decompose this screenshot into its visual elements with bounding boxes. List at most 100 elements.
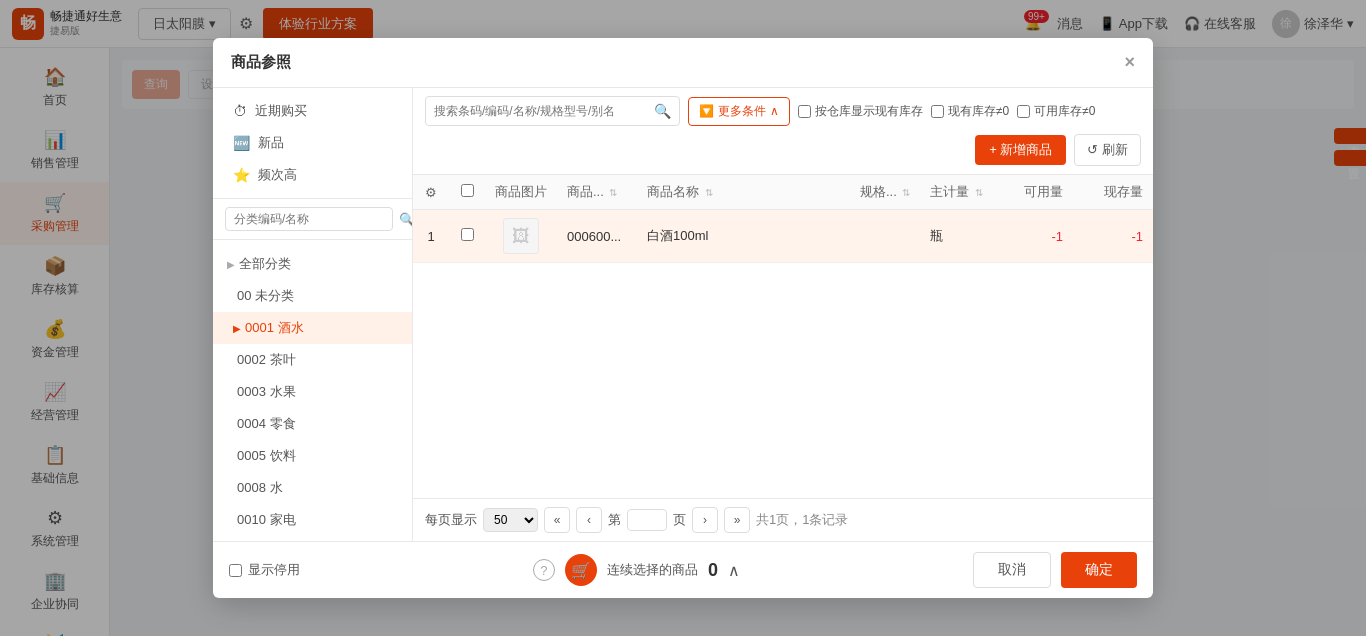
category-tree: ▶ 全部分类 00 未分类 ▶ 0001 酒水 [213, 240, 413, 541]
row-name: 白酒100ml [637, 210, 850, 263]
selected-label: 连续选择的商品 [607, 561, 698, 579]
modal-left-panel: ⏱ 近期购买 🆕 新品 ⭐ 频次高 [213, 88, 413, 541]
first-page-btn[interactable]: « [544, 507, 570, 533]
cat-0003[interactable]: 0003 水果 [213, 376, 413, 408]
col-settings-header[interactable]: ⚙ [413, 175, 449, 210]
cart-btn[interactable]: 🛒 [565, 554, 597, 586]
modal: 商品参照 × ⏱ 近期购买 🆕 新 [213, 48, 1153, 598]
cancel-btn[interactable]: 取消 [973, 552, 1051, 588]
quick-recent[interactable]: ⏱ 近期购买 [225, 96, 400, 126]
category-search-input[interactable] [225, 207, 393, 231]
cat-0008[interactable]: 0008 水 [213, 472, 413, 504]
product-search-input[interactable] [426, 100, 646, 122]
select-all-checkbox[interactable] [461, 184, 474, 197]
collapse-up-btn[interactable]: ∧ [728, 561, 740, 580]
modal-header: 商品参照 × [213, 48, 1153, 88]
row-checkbox[interactable] [461, 228, 474, 241]
table-row[interactable]: 1 🖼 000600... [413, 210, 1153, 263]
help-icon[interactable]: ? [533, 559, 555, 581]
pagination: 每页显示 50 10 20 100 « ‹ 第 1 页 [413, 498, 1153, 541]
row-code: 000600... [557, 210, 637, 263]
footer-left: 显示停用 [229, 561, 300, 579]
check-existing-group: 现有库存≠0 [931, 103, 1009, 120]
modal-right-panel: 🔍 🔽 更多条件 ∧ 按仓库显示现有库存 [413, 88, 1153, 541]
layout: 🏠 首页 📊 销售管理 🛒 采购管理 📦 库存核算 💰 资金管理 📈 经营管理 … [0, 48, 1366, 636]
cat-active-arrow-icon: ▶ [233, 323, 241, 334]
check-warehouse-group: 按仓库显示现有库存 [798, 103, 923, 120]
cat-0004[interactable]: 0004 零食 [213, 408, 413, 440]
cat-all[interactable]: ▶ 全部分类 [213, 248, 413, 280]
modal-body: ⏱ 近期购买 🆕 新品 ⭐ 频次高 [213, 88, 1153, 541]
collapse-area: 🔍 ▶ 全部分类 00 未分类 [213, 199, 412, 541]
col-stock-header: 现存量 [1073, 175, 1153, 210]
show-disabled-checkbox[interactable] [229, 564, 242, 577]
category-search: 🔍 [213, 199, 413, 240]
cat-0010[interactable]: 0010 家电 [213, 504, 413, 536]
add-product-btn[interactable]: + 新增商品 [975, 135, 1066, 165]
cat-0002[interactable]: 0002 茶叶 [213, 344, 413, 376]
col-check-header [449, 175, 485, 210]
modal-overlay: 商品参照 × ⏱ 近期购买 🆕 新 [110, 48, 1366, 636]
table-header-row: ⚙ 商品图片 [413, 175, 1153, 210]
cart-icon: 🛒 [571, 561, 591, 580]
cat-0001[interactable]: ▶ 0001 酒水 [213, 312, 413, 344]
modal-toolbar: 🔍 🔽 更多条件 ∧ 按仓库显示现有库存 [413, 88, 1153, 175]
page-size-select[interactable]: 50 10 20 100 [483, 508, 538, 532]
cat-00[interactable]: 00 未分类 [213, 280, 413, 312]
filter-icon: 🔽 [699, 104, 714, 118]
page-number-input[interactable]: 1 [627, 509, 667, 531]
col-code-header[interactable]: 商品... ⇅ [557, 175, 637, 210]
clock-icon: ⏱ [233, 103, 247, 119]
row-avail: -1 [993, 210, 1073, 263]
row-check[interactable] [449, 210, 485, 263]
confirm-btn[interactable]: 确定 [1061, 552, 1137, 588]
row-num: 1 [413, 210, 449, 263]
show-disabled-check[interactable]: 显示停用 [229, 561, 300, 579]
check-available[interactable] [1017, 105, 1030, 118]
modal-title: 商品参照 [231, 53, 291, 72]
quick-frequent[interactable]: ⭐ 频次高 [225, 160, 400, 190]
row-img: 🖼 [485, 210, 557, 263]
cat-arrow-icon: ▶ [227, 259, 235, 270]
cat-0005[interactable]: 0005 饮料 [213, 440, 413, 472]
new-icon: 🆕 [233, 135, 250, 151]
page-prefix: 第 [608, 511, 621, 529]
last-page-btn[interactable]: » [724, 507, 750, 533]
total-info: 共1页，1条记录 [756, 511, 848, 529]
sort-name-icon: ⇅ [705, 187, 713, 198]
filter-more-btn[interactable]: 🔽 更多条件 ∧ [688, 97, 790, 126]
sort-unit-icon: ⇅ [975, 187, 983, 198]
check-available-group: 可用库存≠0 [1017, 103, 1095, 120]
product-search-btn[interactable]: 🔍 [646, 99, 679, 123]
product-table: ⚙ 商品图片 [413, 175, 1153, 498]
product-search-box: 🔍 [425, 96, 680, 126]
page-word: 页 [673, 511, 686, 529]
footer-right: 取消 确定 [973, 552, 1137, 588]
col-spec-header[interactable]: 规格... ⇅ [850, 175, 920, 210]
product-image: 🖼 [503, 218, 539, 254]
quick-access: ⏱ 近期购买 🆕 新品 ⭐ 频次高 [213, 88, 412, 199]
check-existing[interactable] [931, 105, 944, 118]
category-search-icon[interactable]: 🔍 [399, 212, 413, 227]
prev-page-btn[interactable]: ‹ [576, 507, 602, 533]
modal-close-btn[interactable]: × [1124, 52, 1135, 73]
filter-arrow-icon: ∧ [770, 104, 779, 118]
col-name-header[interactable]: 商品名称 ⇅ [637, 175, 850, 210]
col-unit-header[interactable]: 主计量 ⇅ [920, 175, 993, 210]
row-stock: -1 [1073, 210, 1153, 263]
star-icon: ⭐ [233, 167, 250, 183]
next-page-btn[interactable]: › [692, 507, 718, 533]
row-unit: 瓶 [920, 210, 993, 263]
check-warehouse[interactable] [798, 105, 811, 118]
col-avail-header: 可用量 [993, 175, 1073, 210]
refresh-btn[interactable]: ↺ 刷新 [1074, 134, 1141, 166]
col-img-header: 商品图片 [485, 175, 557, 210]
sort-code-icon: ⇅ [609, 187, 617, 198]
footer-center: ? 🛒 连续选择的商品 0 ∧ [312, 554, 961, 586]
quick-new[interactable]: 🆕 新品 [225, 128, 400, 158]
settings-icon: ⚙ [425, 185, 437, 200]
page-size-label: 每页显示 [425, 511, 477, 529]
modal-footer: 显示停用 ? 🛒 连续选择的商品 0 ∧ [213, 541, 1153, 598]
main-area: 查询 设置 查询 设置 商品参照 × [110, 48, 1366, 636]
row-spec [850, 210, 920, 263]
